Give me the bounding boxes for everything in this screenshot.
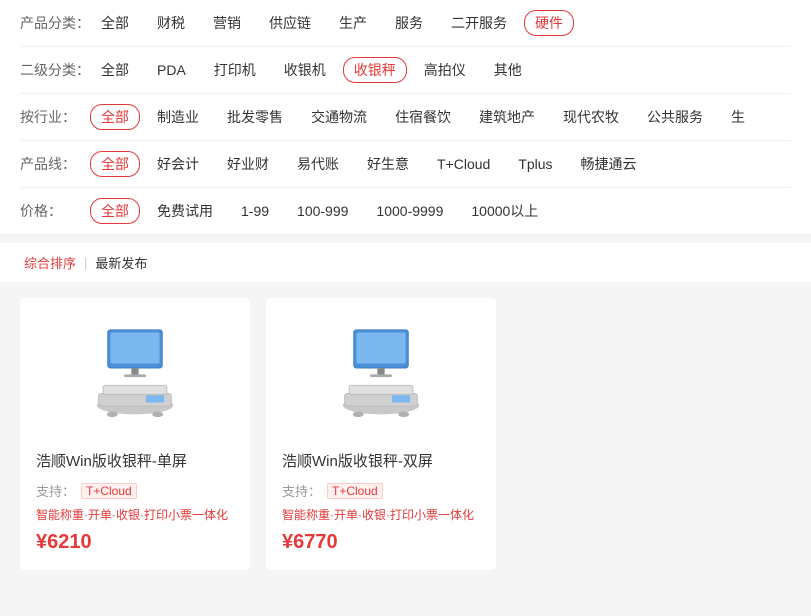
filter-item-industry-manufacturing[interactable]: 制造业 — [146, 104, 210, 130]
product-support: 支持： T+Cloud — [282, 481, 480, 500]
filter-item-industry-life[interactable]: 生 — [720, 104, 756, 130]
filter-item-line-good_account[interactable]: 好会计 — [146, 151, 210, 177]
filter-row-sub-category: 二级分类： 全部 PDA 打印机收银机收银秤高拍仪其他 — [20, 47, 791, 94]
filter-item-line-good_finance[interactable]: 好业财 — [216, 151, 280, 177]
filter-item-price-100-999[interactable]: 100-999 — [286, 200, 359, 222]
filter-item-subcategory-all[interactable]: 全部 — [90, 57, 140, 83]
product-support: 支持： T+Cloud — [36, 481, 234, 500]
product-image — [282, 318, 480, 438]
filter-item-industry-agriculture[interactable]: 现代农牧 — [552, 104, 630, 130]
support-badge: T+Cloud — [327, 483, 383, 499]
product-price: ¥6770 — [282, 531, 480, 554]
product-grid: 浩顺Win版收银秤-单屏支持：T+Cloud智能称重·开单·收银·打印小票一体化… — [0, 282, 811, 586]
product-card[interactable]: 浩顺Win版收银秤-单屏支持： T+Cloud 智能称重·开单·收银·打印小票一体化… — [20, 298, 250, 570]
filter-label-product-category: 产品分类： — [20, 13, 90, 33]
product-card[interactable]: 浩顺Win版收银秤-双屏支持： T+Cloud 智能称重·开单·收银·打印小票一体化… — [266, 298, 496, 570]
filter-item-line-tplus[interactable]: Tplus — [507, 153, 563, 175]
product-name: 浩顺Win版收银秤-双屏 — [282, 450, 480, 471]
filter-item-line-all[interactable]: 全部 — [90, 151, 140, 177]
filter-item-subcategory-printer[interactable]: 打印机 — [203, 57, 267, 83]
filter-item-category-production[interactable]: 生产 — [328, 10, 378, 36]
filter-item-category-service[interactable]: 服务 — [384, 10, 434, 36]
filter-item-industry-public[interactable]: 公共服务 — [636, 104, 714, 130]
filter-item-price-all[interactable]: 全部 — [90, 198, 140, 224]
filter-item-subcategory-pda[interactable]: PDA — [146, 59, 197, 81]
filter-items-product-line: 全部好会计好业财易代账好生意 T+Cloud Tplus 畅捷通云 — [90, 151, 648, 177]
filter-row-price: 价格： 全部免费试用 1-99 100-999 1000-9999 10000以上 — [20, 188, 791, 234]
filter-item-line-easy_account[interactable]: 易代账 — [286, 151, 350, 177]
filter-item-line-good_biz[interactable]: 好生意 — [356, 151, 420, 177]
filter-items-price: 全部免费试用 1-99 100-999 1000-9999 10000以上 — [90, 198, 549, 224]
filter-item-subcategory-scale[interactable]: 收银秤 — [343, 57, 407, 83]
filter-label-industry: 按行业： — [20, 107, 90, 127]
filter-item-price-1000-9999[interactable]: 1000-9999 — [365, 200, 454, 222]
product-desc: 智能称重·开单·收银·打印小票一体化 — [36, 506, 234, 523]
filter-item-industry-hospitality[interactable]: 住宿餐饮 — [384, 104, 462, 130]
support-label: 支持： — [36, 481, 75, 500]
support-label: 支持： — [282, 481, 321, 500]
filter-row-product-line: 产品线： 全部好会计好业财易代账好生意 T+Cloud Tplus 畅捷通云 — [20, 141, 791, 188]
filter-item-price-1-99[interactable]: 1-99 — [230, 200, 280, 222]
filter-item-subcategory-highcam[interactable]: 高拍仪 — [413, 57, 477, 83]
filter-item-category-marketing[interactable]: 营销 — [202, 10, 252, 36]
filter-items-industry: 全部制造业批发零售交通物流住宿餐饮建筑地产现代农牧公共服务生 — [90, 104, 756, 130]
product-desc: 智能称重·开单·收银·打印小票一体化 — [282, 506, 480, 523]
filter-item-category-tax[interactable]: 财税 — [146, 10, 196, 36]
filter-item-price-10000+[interactable]: 10000以上 — [460, 198, 549, 224]
filter-item-subcategory-other[interactable]: 其他 — [483, 57, 533, 83]
filter-item-industry-realestate[interactable]: 建筑地产 — [468, 104, 546, 130]
filter-label-product-line: 产品线： — [20, 154, 90, 174]
filter-items-product-category: 全部财税营销供应链生产服务二开服务硬件 — [90, 10, 574, 36]
filter-label-sub-category: 二级分类： — [20, 60, 90, 80]
filter-item-line-tcloud[interactable]: T+Cloud — [426, 153, 501, 175]
support-badge: T+Cloud — [81, 483, 137, 499]
sort-bar: 综合排序 | 最新发布 — [0, 243, 811, 282]
product-name: 浩顺Win版收银秤-单屏 — [36, 450, 234, 471]
product-price: ¥6210 — [36, 531, 234, 554]
filter-item-industry-transport[interactable]: 交通物流 — [300, 104, 378, 130]
filter-items-sub-category: 全部 PDA 打印机收银机收银秤高拍仪其他 — [90, 57, 533, 83]
filter-section: 产品分类： 全部财税营销供应链生产服务二开服务硬件 二级分类： 全部PDA打印机… — [0, 0, 811, 235]
filter-item-category-all[interactable]: 全部 — [90, 10, 140, 36]
product-image — [36, 318, 234, 438]
filter-item-industry-all[interactable]: 全部 — [90, 104, 140, 130]
filter-item-category-supply[interactable]: 供应链 — [258, 10, 322, 36]
filter-row-product-category: 产品分类： 全部财税营销供应链生产服务二开服务硬件 — [20, 0, 791, 47]
filter-item-line-express[interactable]: 畅捷通云 — [570, 151, 648, 177]
filter-item-category-hardware[interactable]: 硬件 — [524, 10, 574, 36]
filter-item-category-open[interactable]: 二开服务 — [440, 10, 518, 36]
filter-item-subcategory-cashier[interactable]: 收银机 — [273, 57, 337, 83]
filter-label-price: 价格： — [20, 201, 90, 221]
sort-item-latest[interactable]: 最新发布 — [91, 251, 151, 274]
filter-row-industry: 按行业： 全部制造业批发零售交通物流住宿餐饮建筑地产现代农牧公共服务生 — [20, 94, 791, 141]
filter-item-industry-retail[interactable]: 批发零售 — [216, 104, 294, 130]
filter-item-price-free[interactable]: 免费试用 — [146, 198, 224, 224]
sort-item-comprehensive[interactable]: 综合排序 — [20, 251, 80, 274]
sort-divider: | — [84, 255, 87, 270]
